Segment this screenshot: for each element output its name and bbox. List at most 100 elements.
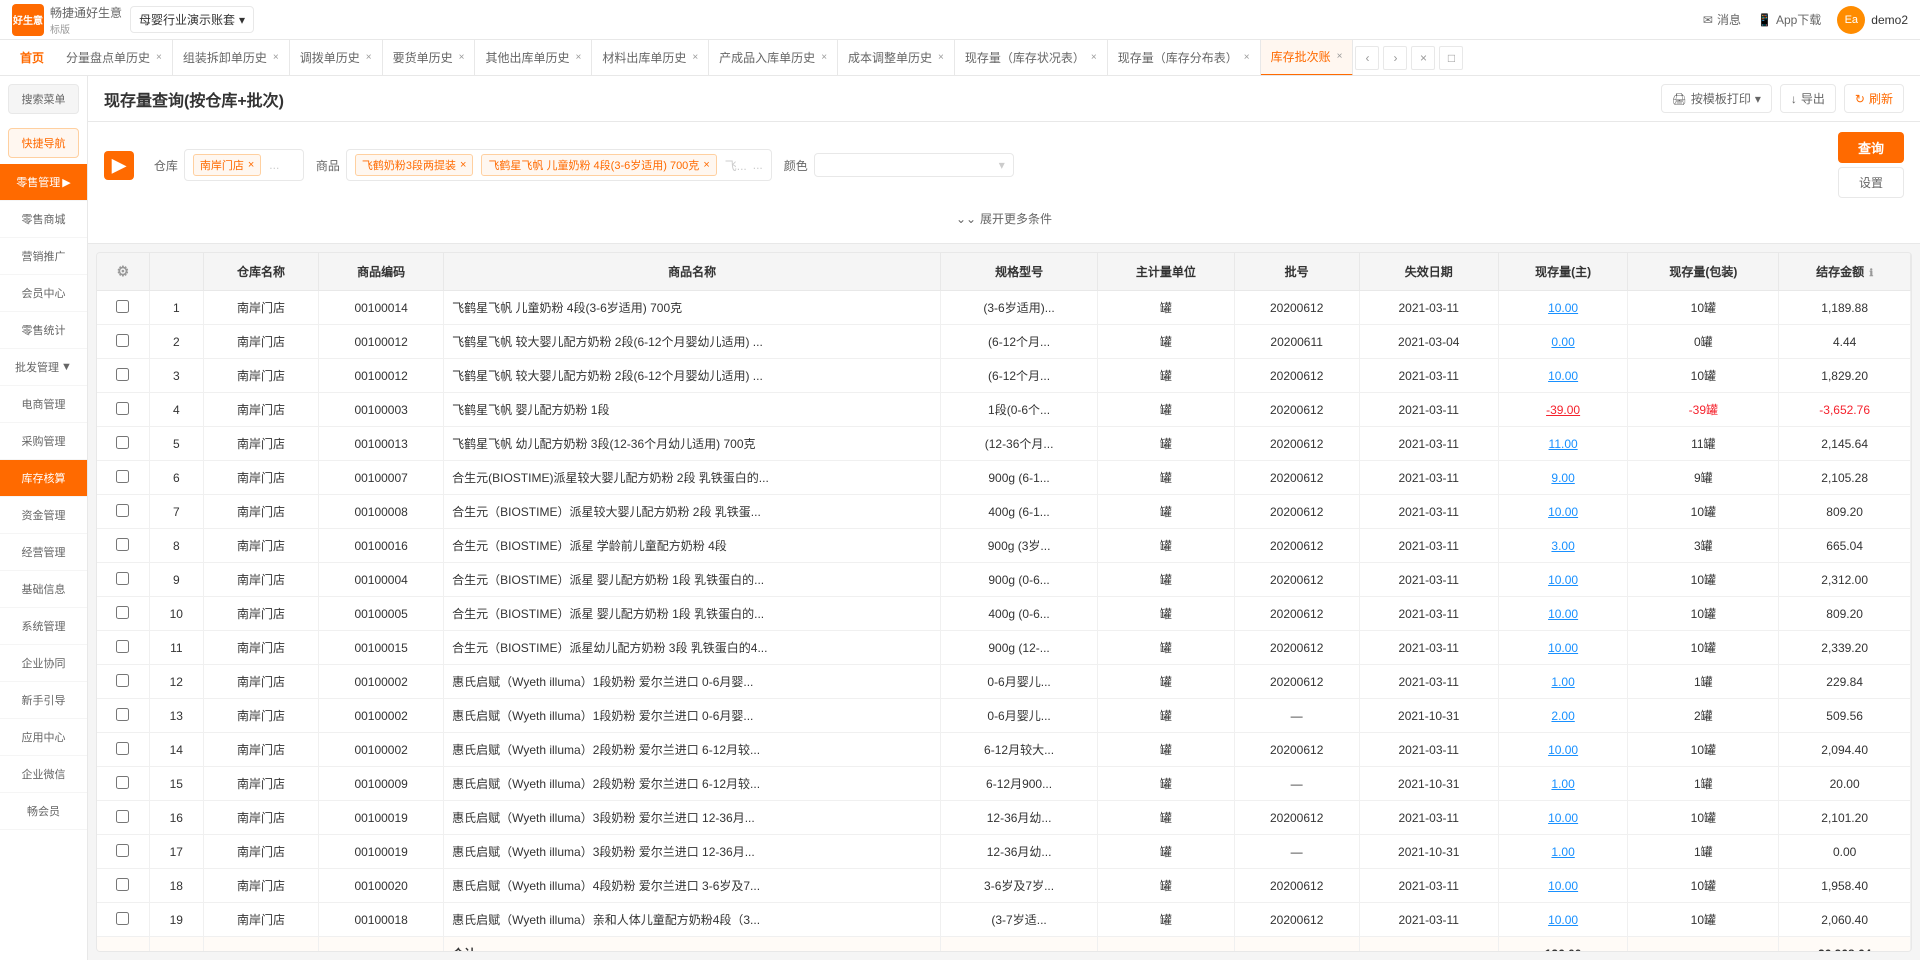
cell-checkbox[interactable] <box>97 665 149 699</box>
row-checkbox[interactable] <box>116 436 129 449</box>
cell-stock-main[interactable]: 10.00 <box>1498 733 1628 767</box>
sidebar-item-ecommerce[interactable]: 电商管理 <box>0 386 87 423</box>
cell-checkbox[interactable] <box>97 359 149 393</box>
tab-cai-liao-chu[interactable]: 材料出库单历史 × <box>592 40 709 76</box>
product-tag-2-close[interactable]: × <box>703 159 709 171</box>
row-checkbox[interactable] <box>116 810 129 823</box>
org-selector[interactable]: 母婴行业演示账套 ▾ <box>130 6 254 33</box>
tab-home[interactable]: 首页 <box>8 40 56 76</box>
cell-checkbox[interactable] <box>97 869 149 903</box>
tab-qi-ta-chu[interactable]: 其他出库单历史 × <box>475 40 592 76</box>
tab-prev-btn[interactable]: ‹ <box>1355 46 1379 70</box>
expand-filter-btn[interactable]: ▶ <box>104 151 134 180</box>
cell-stock-main[interactable]: -39.00 <box>1498 393 1628 427</box>
warehouse-input[interactable]: 南岸门店 × ... <box>184 149 304 181</box>
tab-zu-chai[interactable]: 组装拆卸单历史 × <box>173 40 290 76</box>
row-checkbox[interactable] <box>116 742 129 755</box>
cell-stock-main[interactable]: 10.00 <box>1498 903 1628 937</box>
row-checkbox[interactable] <box>116 912 129 925</box>
sidebar-item-marketing[interactable]: 营销推广 <box>0 238 87 275</box>
cell-checkbox[interactable] <box>97 529 149 563</box>
sidebar-item-operations[interactable]: 经营管理 <box>0 534 87 571</box>
cell-checkbox[interactable] <box>97 767 149 801</box>
cell-stock-main[interactable]: 10.00 <box>1498 631 1628 665</box>
sidebar-item-new-guide[interactable]: 新手引导 <box>0 682 87 719</box>
cell-checkbox[interactable] <box>97 427 149 461</box>
row-checkbox[interactable] <box>116 640 129 653</box>
warehouse-tag-close[interactable]: × <box>248 159 254 171</box>
row-checkbox[interactable] <box>116 776 129 789</box>
user-menu[interactable]: Ea demo2 <box>1837 6 1908 34</box>
tab-close-icon[interactable]: × <box>821 52 827 63</box>
tab-tiao-bo[interactable]: 调拨单历史 × <box>290 40 383 76</box>
row-checkbox[interactable] <box>116 878 129 891</box>
app-download-btn[interactable]: 📱 App下载 <box>1757 11 1821 28</box>
info-icon[interactable]: ℹ <box>1869 268 1873 279</box>
sidebar-item-inventory[interactable]: 库存核算 <box>0 460 87 497</box>
cell-checkbox[interactable] <box>97 325 149 359</box>
tab-next-btn[interactable]: › <box>1383 46 1407 70</box>
sidebar-item-retail-mgmt[interactable]: 零售管理 ▶ <box>0 164 87 201</box>
tab-chan-pin-ru[interactable]: 产成品入库单历史 × <box>709 40 838 76</box>
sidebar-item-member-card[interactable]: 畅会员 <box>0 793 87 830</box>
cell-checkbox[interactable] <box>97 835 149 869</box>
cell-checkbox[interactable] <box>97 291 149 325</box>
cell-stock-main[interactable]: 10.00 <box>1498 563 1628 597</box>
row-checkbox[interactable] <box>116 844 129 857</box>
cell-checkbox[interactable] <box>97 801 149 835</box>
tab-ku-cun-pizhang[interactable]: 库存批次账 × <box>1261 40 1354 76</box>
quick-nav-btn[interactable]: 快捷导航 <box>8 128 79 158</box>
row-checkbox[interactable] <box>116 674 129 687</box>
sidebar-item-retail-mall[interactable]: 零售商城 <box>0 201 87 238</box>
sidebar-item-enterprise[interactable]: 企业协同 <box>0 645 87 682</box>
product-tag-1-close[interactable]: × <box>460 159 466 171</box>
sidebar-item-member[interactable]: 会员中心 <box>0 275 87 312</box>
cell-checkbox[interactable] <box>97 733 149 767</box>
export-btn[interactable]: ↓ 导出 <box>1780 84 1836 113</box>
tab-fen-pan[interactable]: 分量盘点单历史 × <box>56 40 173 76</box>
tab-close-icon[interactable]: × <box>1091 52 1097 63</box>
cell-stock-main[interactable]: 1.00 <box>1498 665 1628 699</box>
sidebar-item-enterprise-wx[interactable]: 企业微信 <box>0 756 87 793</box>
row-checkbox[interactable] <box>116 402 129 415</box>
search-menu-btn[interactable]: 搜索菜单 <box>8 84 79 114</box>
tab-close-icon[interactable]: × <box>1337 51 1343 62</box>
refresh-btn[interactable]: ↻ 刷新 <box>1844 84 1904 113</box>
sidebar-item-finance[interactable]: 资金管理 <box>0 497 87 534</box>
sidebar-item-basic[interactable]: 基础信息 <box>0 571 87 608</box>
cell-stock-main[interactable]: 10.00 <box>1498 801 1628 835</box>
message-btn[interactable]: ✉ 消息 <box>1703 11 1741 28</box>
row-checkbox[interactable] <box>116 572 129 585</box>
row-checkbox[interactable] <box>116 606 129 619</box>
sidebar-item-app-center[interactable]: 应用中心 <box>0 719 87 756</box>
tab-close-icon[interactable]: × <box>366 52 372 63</box>
query-btn[interactable]: 查询 <box>1838 132 1904 163</box>
cell-stock-main[interactable]: 9.00 <box>1498 461 1628 495</box>
row-checkbox[interactable] <box>116 368 129 381</box>
col-settings[interactable]: ⚙ <box>97 253 149 291</box>
cell-stock-main[interactable]: 2.00 <box>1498 699 1628 733</box>
tab-cheng-ben[interactable]: 成本调整单历史 × <box>838 40 955 76</box>
cell-checkbox[interactable] <box>97 631 149 665</box>
cell-stock-main[interactable]: 10.00 <box>1498 869 1628 903</box>
tab-close-icon[interactable]: × <box>938 52 944 63</box>
tab-close-icon[interactable]: × <box>459 52 465 63</box>
row-checkbox[interactable] <box>116 504 129 517</box>
color-input[interactable]: ▾ <box>814 153 1014 177</box>
cell-checkbox[interactable] <box>97 461 149 495</box>
cell-stock-main[interactable]: 11.00 <box>1498 427 1628 461</box>
cell-stock-main[interactable]: 1.00 <box>1498 767 1628 801</box>
cell-checkbox[interactable] <box>97 563 149 597</box>
tab-close-icon[interactable]: × <box>156 52 162 63</box>
cell-stock-main[interactable]: 0.00 <box>1498 325 1628 359</box>
cell-stock-main[interactable]: 3.00 <box>1498 529 1628 563</box>
tab-yao-huo[interactable]: 要货单历史 × <box>383 40 476 76</box>
sidebar-item-wholesale[interactable]: 批发管理 ▼ <box>0 349 87 386</box>
row-checkbox[interactable] <box>116 470 129 483</box>
row-checkbox[interactable] <box>116 300 129 313</box>
expand-more-btn[interactable]: ⌄⌄ 展开更多条件 <box>104 204 1904 233</box>
template-print-btn[interactable]: 🖨 按模板打印 ▾ <box>1661 84 1772 113</box>
cell-stock-main[interactable]: 10.00 <box>1498 359 1628 393</box>
tab-close-icon[interactable]: × <box>575 52 581 63</box>
cell-checkbox[interactable] <box>97 903 149 937</box>
